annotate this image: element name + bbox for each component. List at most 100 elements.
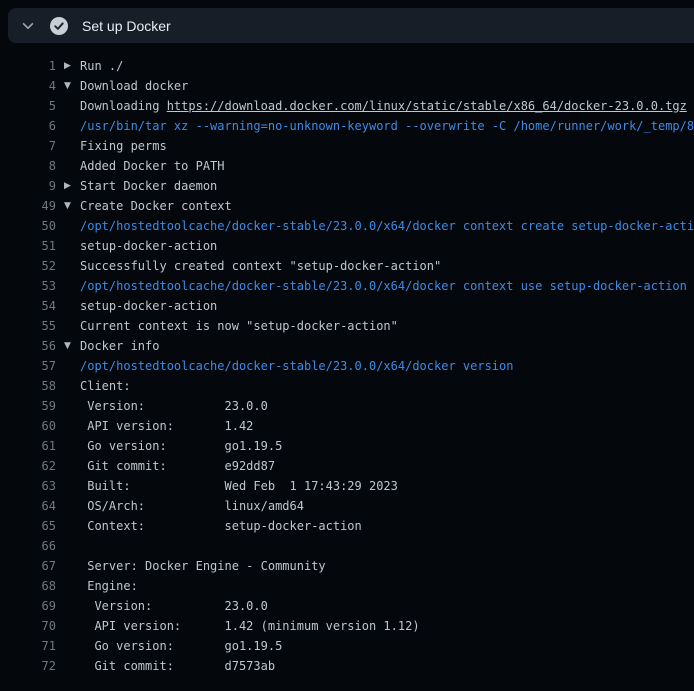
log-line-content: Successfully created context "setup-dock… (56, 256, 441, 276)
log-line-content: setup-docker-action (56, 236, 217, 256)
log-text: Version: 23.0.0 (80, 396, 268, 416)
log-text: setup-docker-action (80, 296, 217, 316)
line-number[interactable]: 60 (0, 416, 56, 436)
log-line-content: Version: 23.0.0 (56, 596, 268, 616)
log-text: Client: (80, 376, 131, 396)
line-number[interactable]: 54 (0, 296, 56, 316)
log-line-content: API version: 1.42 (minimum version 1.12) (56, 616, 420, 636)
group-title[interactable]: Run ./ (80, 56, 123, 76)
line-number[interactable]: 70 (0, 616, 56, 636)
log-link[interactable]: https://download.docker.com/linux/static… (167, 96, 687, 116)
log-text: Git commit: d7573ab (80, 656, 275, 676)
log-line-content: ▼Docker info (56, 336, 159, 356)
log-line-content: Added Docker to PATH (56, 156, 225, 176)
log-line: 52Successfully created context "setup-do… (0, 256, 694, 276)
log-text: setup-docker-action (80, 236, 217, 256)
log-line[interactable]: 49 ▼Create Docker context (0, 196, 694, 216)
line-number[interactable]: 52 (0, 256, 56, 276)
log-line-content: Go version: go1.19.5 (56, 436, 282, 456)
line-number[interactable]: 69 (0, 596, 56, 616)
log-line: 8 Added Docker to PATH (0, 156, 694, 176)
group-title[interactable]: Download docker (80, 76, 188, 96)
log-line: 53/opt/hostedtoolcache/docker-stable/23.… (0, 276, 694, 296)
log-line-content: /opt/hostedtoolcache/docker-stable/23.0.… (56, 216, 694, 236)
line-number[interactable]: 71 (0, 636, 56, 656)
line-number[interactable]: 56 (0, 336, 56, 356)
group-expand-icon[interactable]: ▼ (64, 336, 80, 356)
log-text: Downloading (80, 96, 167, 116)
line-number[interactable]: 8 (0, 156, 56, 176)
log-line[interactable]: 4 ▼Download docker (0, 76, 694, 96)
line-number[interactable]: 50 (0, 216, 56, 236)
log-text: Fixing perms (80, 136, 167, 156)
line-number[interactable]: 66 (0, 536, 56, 556)
chevron-down-icon[interactable] (20, 18, 36, 34)
log-line[interactable]: 56▼Docker info (0, 336, 694, 356)
group-collapse-icon[interactable]: ▶ (64, 176, 80, 196)
step-header[interactable]: Set up Docker (8, 8, 694, 43)
group-expand-icon[interactable]: ▼ (64, 76, 80, 96)
log-lines: 1▶Run ./4▼Download docker5Downloading ht… (0, 43, 694, 676)
line-number[interactable]: 5 (0, 96, 56, 116)
log-text: Engine: (80, 576, 138, 596)
line-number[interactable]: 57 (0, 356, 56, 376)
line-number[interactable]: 6 (0, 116, 56, 136)
line-number[interactable]: 65 (0, 516, 56, 536)
line-number[interactable]: 63 (0, 476, 56, 496)
log-line: 51 setup-docker-action (0, 236, 694, 256)
log-line: 67 Server: Docker Engine - Community (0, 556, 694, 576)
log-line-content: /opt/hostedtoolcache/docker-stable/23.0.… (56, 356, 513, 376)
group-title[interactable]: Docker info (80, 336, 159, 356)
command-text: /opt/hostedtoolcache/docker-stable/23.0.… (80, 356, 513, 376)
line-number[interactable]: 62 (0, 456, 56, 476)
log-line-content: Git commit: d7573ab (56, 656, 275, 676)
line-number[interactable]: 58 (0, 376, 56, 396)
line-number[interactable]: 53 (0, 276, 56, 296)
line-number[interactable]: 51 (0, 236, 56, 256)
log-line: 61 Go version: go1.19.5 (0, 436, 694, 456)
log-line-content: Current context is now "setup-docker-act… (56, 316, 398, 336)
log-line: 62 Git commit: e92dd87 (0, 456, 694, 476)
line-number[interactable]: 55 (0, 316, 56, 336)
log-text: Server: Docker Engine - Community (80, 556, 326, 576)
line-number[interactable]: 1 (0, 56, 56, 76)
log-line-content (56, 536, 80, 556)
log-line: 63 Built: Wed Feb 1 17:43:29 2023 (0, 476, 694, 496)
log-viewer: Set up Docker 1▶Run ./4▼Download docker5… (0, 8, 694, 691)
log-line: 71 Go version: go1.19.5 (0, 636, 694, 656)
log-text: OS/Arch: linux/amd64 (80, 496, 304, 516)
line-number[interactable]: 49 (0, 196, 56, 216)
group-title[interactable]: Start Docker daemon (80, 176, 217, 196)
log-line-content: Downloading https://download.docker.com/… (56, 96, 687, 116)
line-number[interactable]: 67 (0, 556, 56, 576)
log-line-content: Server: Docker Engine - Community (56, 556, 326, 576)
log-line: 55 Current context is now "setup-docker-a… (0, 316, 694, 336)
log-text: Added Docker to PATH (80, 156, 225, 176)
log-line-content: /usr/bin/tar xz --warning=no-unknown-key… (56, 116, 694, 136)
log-line-content: OS/Arch: linux/amd64 (56, 496, 304, 516)
log-line: 58 Client: (0, 376, 694, 396)
line-number[interactable]: 9 (0, 176, 56, 196)
group-title[interactable]: Create Docker context (80, 196, 232, 216)
log-line-content: ▶Run ./ (56, 56, 123, 76)
log-line: 50/opt/hostedtoolcache/docker-stable/23.… (0, 216, 694, 236)
line-number[interactable]: 61 (0, 436, 56, 456)
line-number[interactable]: 64 (0, 496, 56, 516)
check-circle-icon (50, 17, 68, 35)
log-line-content: Git commit: e92dd87 (56, 456, 275, 476)
line-number[interactable]: 68 (0, 576, 56, 596)
log-text: API version: 1.42 (minimum version 1.12) (80, 616, 420, 636)
log-line-content: Engine: (56, 576, 138, 596)
line-number[interactable]: 4 (0, 76, 56, 96)
step-title: Set up Docker (82, 18, 171, 34)
log-text: Current context is now "setup-docker-act… (80, 316, 398, 336)
log-line-content: Version: 23.0.0 (56, 396, 268, 416)
log-line[interactable]: 1▶Run ./ (0, 56, 694, 76)
line-number[interactable]: 7 (0, 136, 56, 156)
log-line-content: Built: Wed Feb 1 17:43:29 2023 (56, 476, 398, 496)
log-line[interactable]: 9 ▶Start Docker daemon (0, 176, 694, 196)
line-number[interactable]: 59 (0, 396, 56, 416)
group-expand-icon[interactable]: ▼ (64, 196, 80, 216)
group-collapse-icon[interactable]: ▶ (64, 56, 80, 76)
line-number[interactable]: 72 (0, 656, 56, 676)
